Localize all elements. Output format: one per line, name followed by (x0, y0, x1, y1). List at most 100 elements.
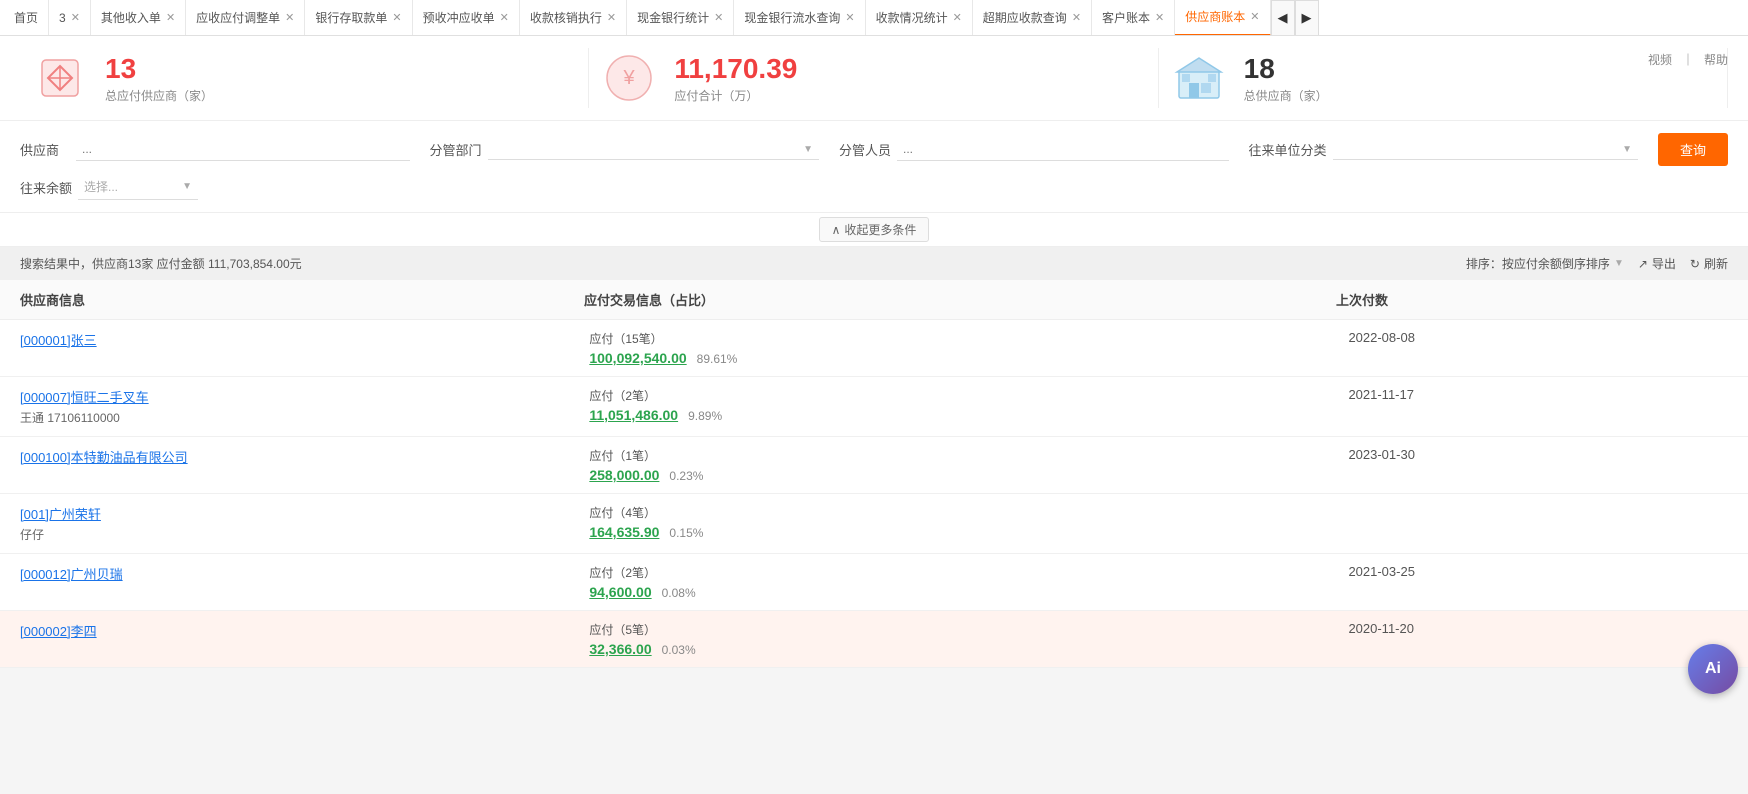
trans-amount[interactable]: 164,635.90 (589, 524, 659, 540)
last-pay-date: 2023-01-30 (1348, 447, 1415, 462)
export-button[interactable]: ↗ 导出 (1638, 255, 1676, 272)
refresh-button[interactable]: ↻ 刷新 (1690, 255, 1728, 272)
supplier-link[interactable]: [001]广州荣轩 (20, 507, 101, 522)
trans-row: 258,000.00 0.23% (589, 467, 1348, 483)
nav-tab-customer-ledger[interactable]: 客户账本 ✕ (1092, 0, 1175, 36)
category-select[interactable]: ▼ (1333, 140, 1638, 160)
query-button[interactable]: 查询 (1658, 133, 1728, 166)
close-icon[interactable]: ✕ (500, 11, 509, 24)
trans-amount[interactable]: 94,600.00 (589, 584, 651, 600)
nav-tab-other-income[interactable]: 其他收入单 ✕ (91, 0, 186, 36)
nav-next-arrow[interactable]: ▶ (1295, 0, 1319, 36)
trans-row: 32,366.00 0.03% (589, 641, 1348, 657)
filter-balance: 往来余额 选择... ▼ (20, 174, 198, 200)
trans-label: 应付（4笔） (589, 504, 1348, 521)
video-link[interactable]: 视频 (1648, 51, 1672, 68)
trans-label: 应付（5笔） (589, 621, 1348, 638)
close-icon[interactable]: ✕ (953, 11, 962, 24)
header-transaction: 应付交易信息（占比） (584, 290, 1336, 309)
header-lastpay: 上次付数 (1336, 290, 1712, 309)
payable-total-num: 11,170.39 (674, 52, 797, 86)
transaction-cell: 应付（4笔） 164,635.90 0.15% (589, 504, 1348, 540)
nav-tab-cash-bank-stat[interactable]: 现金银行统计 ✕ (627, 0, 734, 36)
supplier-sub: 王通 17106110000 (20, 409, 589, 426)
nav-tab-cash-flow[interactable]: 现金银行流水查询 ✕ (734, 0, 865, 36)
chevron-down-icon: ▼ (1614, 258, 1624, 269)
close-icon[interactable]: ✕ (285, 11, 294, 24)
person-input[interactable] (897, 138, 1228, 161)
divider: ｜ (1682, 51, 1694, 68)
table-header: 供应商信息 应付交易信息（占比） 上次付数 (0, 280, 1748, 320)
table-row: [000100]本特勤油品有限公司 应付（1笔） 258,000.00 0.23… (0, 437, 1748, 494)
supplier-label: 供应商 (20, 140, 70, 159)
close-icon[interactable]: ✕ (71, 11, 80, 24)
nav-tab-overdue[interactable]: 超期应收款查询 ✕ (973, 0, 1092, 36)
close-icon[interactable]: ✕ (714, 11, 723, 24)
close-icon[interactable]: ✕ (166, 11, 175, 24)
table-row: [000002]李四 应付（5笔） 32,366.00 0.03% 2020-1… (0, 611, 1748, 668)
transaction-cell: 应付（2笔） 11,051,486.00 9.89% (589, 387, 1348, 423)
trans-amount[interactable]: 11,051,486.00 (589, 407, 678, 423)
supplier-input[interactable] (76, 138, 410, 161)
nav-prev-arrow[interactable]: ◀ (1271, 0, 1295, 36)
refresh-icon: ↻ (1690, 257, 1700, 271)
ai-button[interactable]: Ai (1688, 644, 1738, 694)
nav-tab-home[interactable]: 首页 (4, 0, 49, 36)
transaction-cell: 应付（2笔） 94,600.00 0.08% (589, 564, 1348, 600)
export-icon: ↗ (1638, 257, 1648, 271)
supplier-link[interactable]: [000012]广州贝瑞 (20, 567, 123, 582)
dept-select[interactable]: ▼ (488, 140, 819, 160)
nav-tab-collection[interactable]: 收款核销执行 ✕ (520, 0, 627, 36)
trans-pct: 0.03% (662, 643, 696, 657)
supplier-info-cell: [000100]本特勤油品有限公司 (20, 447, 589, 466)
filter-person: 分管人员 (839, 138, 1229, 161)
dept-label: 分管部门 (430, 140, 482, 159)
last-pay-date: 2020-11-20 (1348, 621, 1414, 636)
nav-tab-receipt-stat[interactable]: 收款情况统计 ✕ (866, 0, 973, 36)
balance-select[interactable]: 选择... ▼ (78, 174, 198, 200)
close-icon[interactable]: ✕ (1072, 11, 1081, 24)
summary-card-suppliers-payable: 13 总应付供应商（家） (20, 48, 589, 108)
last-pay-cell: 2021-03-25 (1348, 564, 1728, 579)
trans-pct: 9.89% (688, 409, 722, 423)
last-pay-cell: 2020-11-20 (1348, 621, 1728, 636)
collapse-bar: ∧ 收起更多条件 (0, 213, 1748, 247)
close-icon[interactable]: ✕ (1155, 11, 1164, 24)
filter-area: 供应商 分管部门 ▼ 分管人员 往来单位分类 ▼ 查询 往来余额 选择 (0, 121, 1748, 213)
supplier-link[interactable]: [000002]李四 (20, 624, 97, 639)
card-info-payable: 13 总应付供应商（家） (105, 52, 213, 105)
shop-icon (1169, 48, 1229, 108)
trans-amount[interactable]: 258,000.00 (589, 467, 659, 483)
filter-supplier: 供应商 (20, 138, 410, 161)
nav-tab-supplier-ledger[interactable]: 供应商账本 ✕ (1175, 0, 1270, 36)
close-icon[interactable]: ✕ (392, 11, 401, 24)
trans-amount[interactable]: 32,366.00 (589, 641, 651, 657)
summary-card-payable-total: ¥ 11,170.39 应付合计（万） (589, 48, 1158, 108)
list-toolbar: 搜索结果中，供应商13家 应付金额 111,703,854.00元 排序：按应付… (0, 247, 1748, 280)
sort-selector[interactable]: 排序：按应付余额倒序排序 ▼ (1466, 255, 1624, 272)
all-suppliers-label: 总供应商（家） (1244, 87, 1328, 104)
chevron-up-icon: ∧ (832, 223, 841, 237)
trans-row: 94,600.00 0.08% (589, 584, 1348, 600)
supplier-link[interactable]: [000007]恒旺二手叉车 (20, 390, 149, 405)
supplier-link[interactable]: [000100]本特勤油品有限公司 (20, 450, 188, 465)
nav-tab-prepaid[interactable]: 预收冲应收单 ✕ (413, 0, 520, 36)
card-info-all: 18 总供应商（家） (1244, 52, 1328, 105)
supplier-sub: 仔仔 (20, 526, 589, 543)
collapse-button[interactable]: ∧ 收起更多条件 (819, 217, 930, 242)
supplier-link[interactable]: [000001]张三 (20, 333, 97, 348)
trans-row: 11,051,486.00 9.89% (589, 407, 1348, 423)
header-supplier: 供应商信息 (20, 290, 584, 309)
close-icon[interactable]: ✕ (845, 11, 854, 24)
table-row: [001]广州荣轩 仔仔 应付（4笔） 164,635.90 0.15% (0, 494, 1748, 554)
table-row: [000012]广州贝瑞 应付（2笔） 94,600.00 0.08% 2021… (0, 554, 1748, 611)
transaction-cell: 应付（1笔） 258,000.00 0.23% (589, 447, 1348, 483)
trans-amount[interactable]: 100,092,540.00 (589, 350, 686, 366)
nav-tab-adjustment[interactable]: 应收应付调整单 ✕ (186, 0, 305, 36)
nav-tab-bank-deposit[interactable]: 银行存取款单 ✕ (305, 0, 412, 36)
help-link[interactable]: 帮助 (1704, 51, 1728, 68)
nav-tab-3[interactable]: 3 ✕ (49, 0, 91, 36)
close-icon[interactable]: ✕ (607, 11, 616, 24)
trans-label: 应付（2笔） (589, 387, 1348, 404)
close-icon[interactable]: ✕ (1250, 10, 1259, 23)
